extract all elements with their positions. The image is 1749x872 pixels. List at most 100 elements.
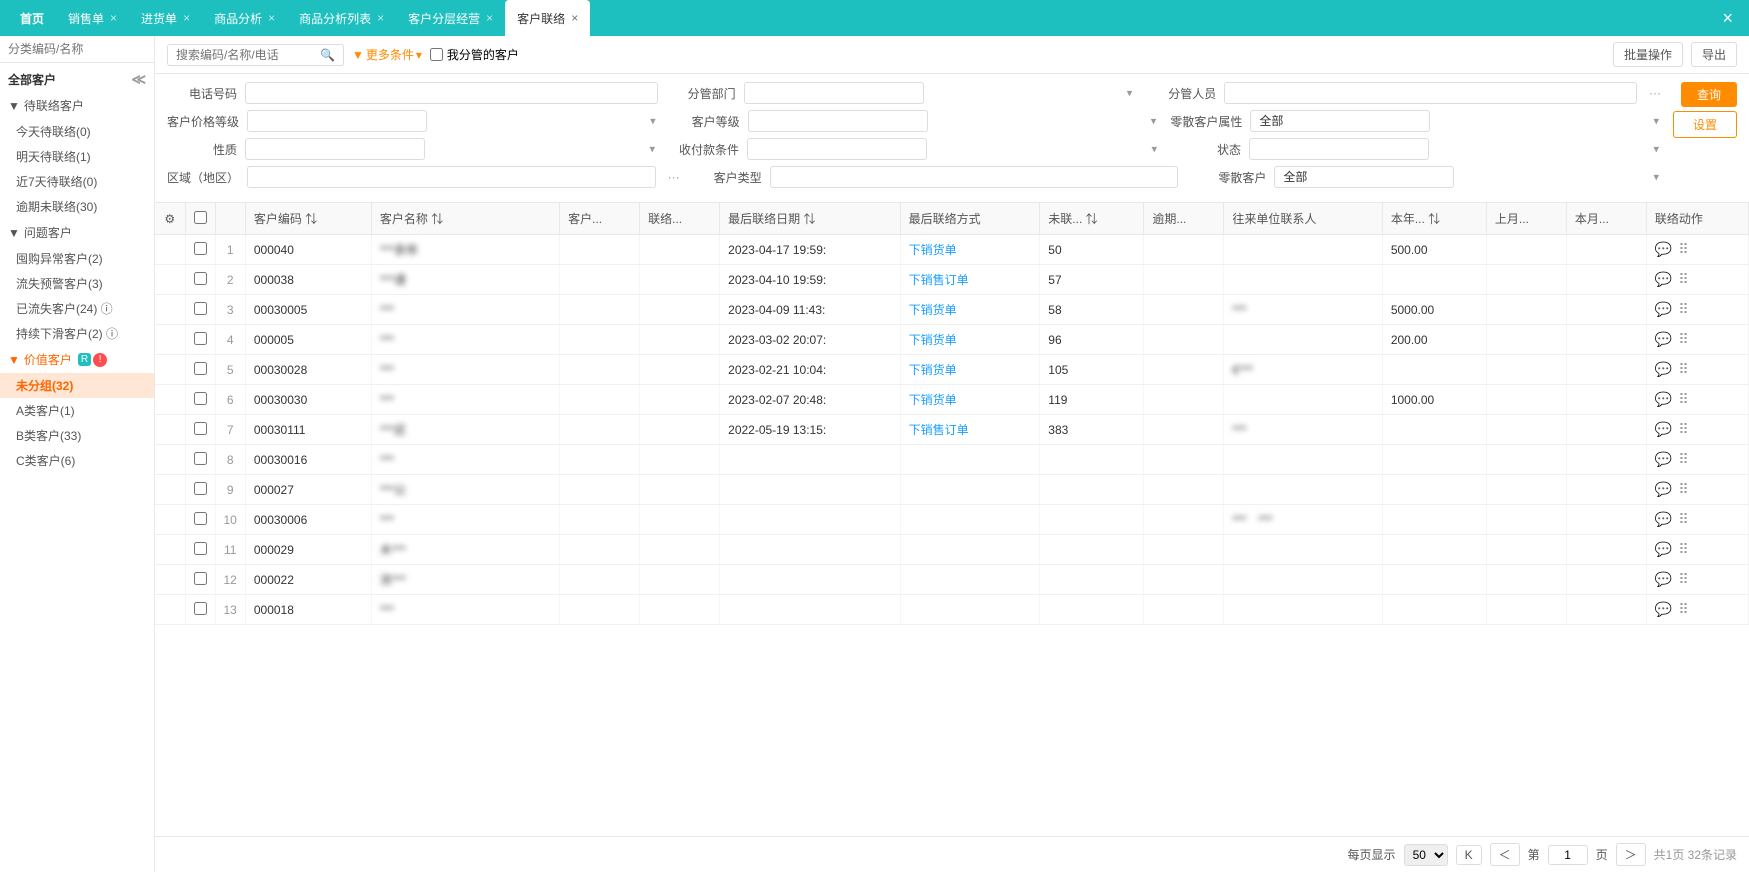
nav-tab-product-list-close[interactable]: × bbox=[377, 11, 384, 25]
message-icon[interactable]: 💬 bbox=[1655, 511, 1672, 528]
page-input[interactable] bbox=[1548, 845, 1588, 865]
contact-way-link[interactable]: 下销售订单 bbox=[909, 423, 969, 437]
status-select[interactable] bbox=[1249, 138, 1429, 160]
row-checkbox[interactable] bbox=[194, 272, 207, 285]
row-checkbox[interactable] bbox=[194, 332, 207, 345]
nav-tab-customer-contact-close[interactable]: × bbox=[571, 11, 578, 25]
sidebar-item-tomorrow[interactable]: 明天待联络(1) bbox=[0, 144, 154, 169]
grid-icon[interactable]: ⠿ bbox=[1678, 571, 1688, 588]
retail-customer-select[interactable]: 全部 bbox=[1274, 166, 1454, 188]
grid-icon[interactable]: ⠿ bbox=[1678, 241, 1688, 258]
price-level-select[interactable] bbox=[247, 110, 427, 132]
cell-last-way[interactable]: 下销售订单 bbox=[900, 415, 1040, 445]
sidebar-item-7days[interactable]: 近7天待联络(0) bbox=[0, 169, 154, 194]
row-checkbox[interactable] bbox=[194, 512, 207, 525]
row-checkbox[interactable] bbox=[194, 362, 207, 375]
cell-last-way[interactable] bbox=[900, 595, 1040, 625]
contact-way-link[interactable]: 下销货单 bbox=[909, 243, 957, 257]
contact-way-link[interactable]: 下销货单 bbox=[909, 303, 957, 317]
contact-way-link[interactable]: 下销货单 bbox=[909, 363, 957, 377]
col-no-contact[interactable]: 未联... ⇅ bbox=[1040, 203, 1144, 235]
sidebar-collapse-icon[interactable]: ≪ bbox=[131, 71, 146, 88]
grid-icon[interactable]: ⠿ bbox=[1678, 541, 1688, 558]
nav-tab-customer-segment[interactable]: 客户分层经营 × bbox=[396, 0, 505, 36]
grid-icon[interactable]: ⠿ bbox=[1678, 301, 1688, 318]
sidebar-price-header[interactable]: ▼ 价值客户 R ! bbox=[0, 346, 154, 373]
grid-icon[interactable]: ⠿ bbox=[1678, 601, 1688, 618]
nav-tab-customer-contact[interactable]: 客户联络 × bbox=[505, 0, 590, 36]
sidebar-item-at-risk[interactable]: 流失预警客户(3) bbox=[0, 271, 154, 296]
contact-way-link[interactable]: 下销货单 bbox=[909, 333, 957, 347]
message-icon[interactable]: 💬 bbox=[1655, 331, 1672, 348]
message-icon[interactable]: 💬 bbox=[1655, 601, 1672, 618]
message-icon[interactable]: 💬 bbox=[1655, 391, 1672, 408]
grid-icon[interactable]: ⠿ bbox=[1678, 331, 1688, 348]
region-input[interactable] bbox=[247, 166, 656, 188]
cell-last-way[interactable] bbox=[900, 505, 1040, 535]
col-name[interactable]: 客户名称 ⇅ bbox=[371, 203, 559, 235]
message-icon[interactable]: 💬 bbox=[1655, 481, 1672, 498]
export-button[interactable]: 导出 bbox=[1691, 42, 1737, 67]
reset-button[interactable]: 设置 bbox=[1673, 111, 1737, 138]
cell-last-way[interactable] bbox=[900, 475, 1040, 505]
message-icon[interactable]: 💬 bbox=[1655, 301, 1672, 318]
nav-tab-product-analysis-close[interactable]: × bbox=[268, 11, 275, 25]
select-all-checkbox[interactable] bbox=[194, 211, 207, 224]
my-customers-checkbox[interactable] bbox=[430, 48, 443, 61]
sidebar-problem-header[interactable]: ▼ 问题客户 bbox=[0, 219, 154, 246]
message-icon[interactable]: 💬 bbox=[1655, 571, 1672, 588]
retail-attr-select[interactable]: 全部 bbox=[1250, 110, 1430, 132]
cell-last-way[interactable]: 下销货单 bbox=[900, 355, 1040, 385]
row-checkbox[interactable] bbox=[194, 572, 207, 585]
col-settings[interactable]: ⚙ bbox=[155, 203, 185, 235]
col-code[interactable]: 客户编码 ⇅ bbox=[245, 203, 371, 235]
nav-tab-purchase-close[interactable]: × bbox=[183, 11, 190, 25]
contact-way-link[interactable]: 下销售订单 bbox=[909, 273, 969, 287]
sidebar-item-ungroup[interactable]: 未分组(32) bbox=[0, 373, 154, 398]
sidebar-item-declining[interactable]: 持续下滑客户(2) ⓘ bbox=[0, 321, 154, 346]
message-icon[interactable]: 💬 bbox=[1655, 241, 1672, 258]
cell-last-way[interactable] bbox=[900, 445, 1040, 475]
cell-last-way[interactable]: 下销货单 bbox=[900, 235, 1040, 265]
row-checkbox[interactable] bbox=[194, 422, 207, 435]
sidebar-item-b-class[interactable]: B类客户(33) bbox=[0, 423, 154, 448]
contact-way-link[interactable]: 下销货单 bbox=[909, 393, 957, 407]
grid-icon[interactable]: ⠿ bbox=[1678, 481, 1688, 498]
message-icon[interactable]: 💬 bbox=[1655, 361, 1672, 378]
sidebar-item-today[interactable]: 今天待联络(0) bbox=[0, 119, 154, 144]
col-last-date[interactable]: 最后联络日期 ⇅ bbox=[720, 203, 901, 235]
nav-tab-sales[interactable]: 销售单 × bbox=[56, 0, 129, 36]
row-checkbox[interactable] bbox=[194, 302, 207, 315]
sidebar-item-c-class[interactable]: C类客户(6) bbox=[0, 448, 154, 473]
message-icon[interactable]: 💬 bbox=[1655, 271, 1672, 288]
nav-tab-customer-segment-close[interactable]: × bbox=[486, 11, 493, 25]
col-this-year[interactable]: 本年... ⇅ bbox=[1382, 203, 1486, 235]
row-checkbox[interactable] bbox=[194, 482, 207, 495]
region-more-btn[interactable]: ··· bbox=[664, 170, 684, 184]
grid-icon[interactable]: ⠿ bbox=[1678, 511, 1688, 528]
filter-my-customers[interactable]: 我分管的客户 bbox=[430, 46, 519, 63]
payment-select[interactable] bbox=[747, 138, 927, 160]
grid-icon[interactable]: ⠿ bbox=[1678, 391, 1688, 408]
filter-search-input[interactable] bbox=[176, 48, 316, 62]
message-icon[interactable]: 💬 bbox=[1655, 421, 1672, 438]
gender-select[interactable] bbox=[245, 138, 425, 160]
batch-op-button[interactable]: 批量操作 bbox=[1613, 42, 1683, 67]
query-button[interactable]: 查询 bbox=[1681, 82, 1737, 107]
nav-tab-product-list[interactable]: 商品分析列表 × bbox=[287, 0, 396, 36]
cell-last-way[interactable]: 下销货单 bbox=[900, 325, 1040, 355]
row-checkbox[interactable] bbox=[194, 542, 207, 555]
manager-input[interactable] bbox=[1224, 82, 1637, 104]
cell-last-way[interactable] bbox=[900, 535, 1040, 565]
grid-icon[interactable]: ⠿ bbox=[1678, 361, 1688, 378]
grid-icon[interactable]: ⠿ bbox=[1678, 271, 1688, 288]
manager-more-btn[interactable]: ··· bbox=[1645, 86, 1665, 100]
sidebar-pending-header[interactable]: ▼ 待联络客户 bbox=[0, 92, 154, 119]
filter-search-icon[interactable]: 🔍 bbox=[320, 48, 335, 62]
row-checkbox[interactable] bbox=[194, 392, 207, 405]
message-icon[interactable]: 💬 bbox=[1655, 451, 1672, 468]
settings-icon[interactable]: ⚙ bbox=[164, 212, 175, 226]
customer-type-input[interactable] bbox=[770, 166, 1179, 188]
sidebar-item-a-class[interactable]: A类客户(1) bbox=[0, 398, 154, 423]
filter-more-btn[interactable]: ▼ 更多条件 ▾ bbox=[352, 46, 422, 63]
